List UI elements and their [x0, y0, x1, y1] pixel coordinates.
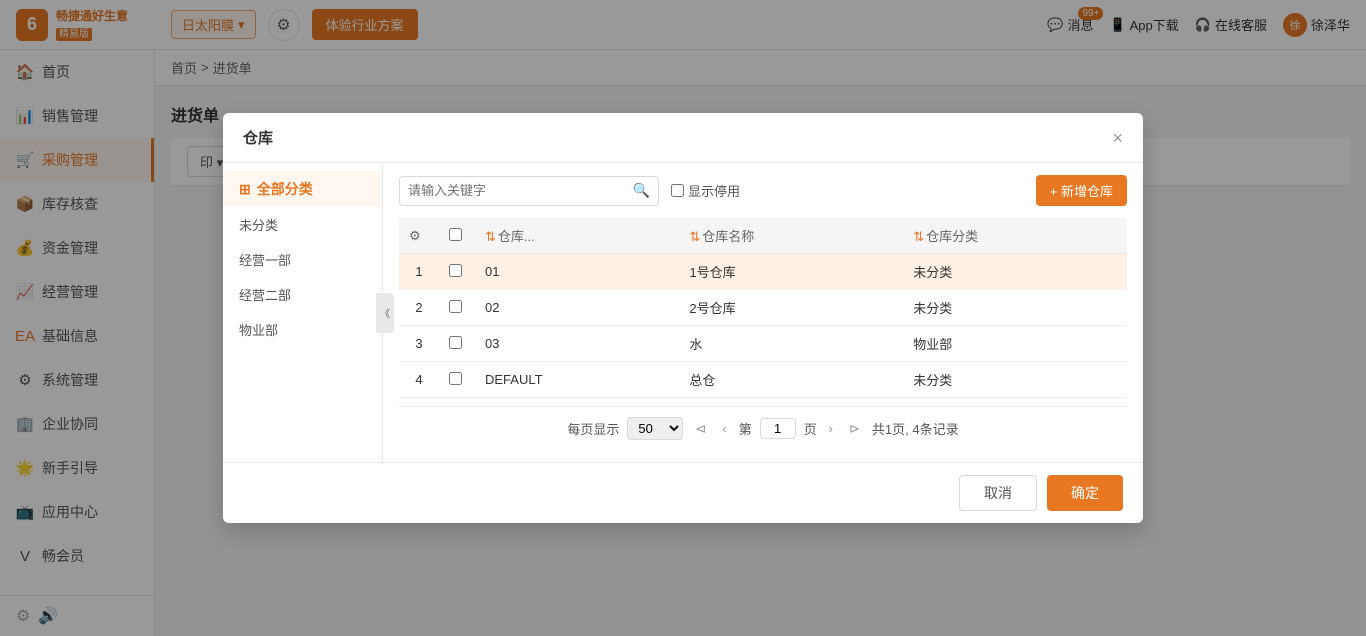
collapse-sidebar-button[interactable]: 《 [376, 293, 394, 333]
table-row[interactable]: 3 03 水 物业部 [399, 326, 1127, 362]
row-name-4: 总仓 [679, 362, 903, 398]
col-settings: ⚙ [399, 218, 439, 254]
row-id-2: 02 [475, 290, 679, 326]
row-category-4: 未分类 [903, 362, 1127, 398]
row-category-1: 未分类 [903, 254, 1127, 290]
table-row[interactable]: 1 01 1号仓库 未分类 [399, 254, 1127, 290]
col-checkbox [439, 218, 475, 254]
modal-category-sidebar: ⊞ 全部分类 未分类 经营一部 经营二部 物业部 《 [223, 163, 383, 462]
col-warehouse-category: ⇅仓库分类 [903, 218, 1127, 254]
category-item-property[interactable]: 物业部 [223, 312, 382, 347]
all-categories-item[interactable]: ⊞ 全部分类 [223, 171, 382, 207]
page-prev-button[interactable]: ‹ [718, 419, 730, 438]
table-row[interactable]: 4 DEFAULT 总仓 未分类 [399, 362, 1127, 398]
modal-footer: 取消 确定 [223, 462, 1143, 523]
warehouse-modal: 仓库 × ⊞ 全部分类 未分类 经营一部 经营二部 物业部 《 [223, 113, 1143, 523]
warehouse-search-input[interactable] [400, 183, 625, 198]
row-checkbox-1[interactable] [449, 264, 462, 277]
category-item-unclassified[interactable]: 未分类 [223, 207, 382, 242]
page-size-select[interactable]: 50 10 20 100 [627, 417, 683, 440]
row-checkbox-2[interactable] [449, 300, 462, 313]
sort-icon-id: ⇅ [485, 229, 496, 244]
sort-icon-name: ⇅ [689, 229, 700, 244]
warehouse-table: ⚙ ⇅仓库... ⇅仓库名称 [399, 218, 1127, 398]
grid-icon: ⊞ [239, 181, 251, 198]
warehouse-table-container: ⚙ ⇅仓库... ⇅仓库名称 [399, 218, 1127, 398]
search-icon[interactable]: 🔍 [625, 182, 658, 199]
page-next-button[interactable]: › [825, 419, 837, 438]
sort-icon-category: ⇅ [913, 229, 924, 244]
row-actions-2: 2 [399, 290, 439, 326]
row-name-2: 2号仓库 [679, 290, 903, 326]
modal-header: 仓库 × [223, 113, 1143, 163]
row-id-3: 03 [475, 326, 679, 362]
table-row[interactable]: 2 02 2号仓库 未分类 [399, 290, 1127, 326]
warehouse-search-box: 🔍 [399, 176, 659, 206]
row-actions-4: 4 [399, 362, 439, 398]
category-item-dept1[interactable]: 经营一部 [223, 242, 382, 277]
page-number-input[interactable] [760, 418, 796, 439]
modal-main-area: 🔍 显示停用 + 新增仓库 ⚙ [383, 163, 1143, 462]
cancel-button[interactable]: 取消 [959, 475, 1037, 511]
row-checkbox-4[interactable] [449, 372, 462, 385]
page-last-button[interactable]: ⊳ [845, 419, 864, 439]
modal-body: ⊞ 全部分类 未分类 经营一部 经营二部 物业部 《 🔍 [223, 163, 1143, 462]
modal-close-button[interactable]: × [1112, 129, 1123, 147]
select-all-checkbox[interactable] [449, 228, 462, 241]
category-item-dept2[interactable]: 经营二部 [223, 277, 382, 312]
modal-toolbar: 🔍 显示停用 + 新增仓库 [399, 175, 1127, 206]
row-id-4: DEFAULT [475, 362, 679, 398]
page-num-label: 第 [739, 419, 752, 438]
modal-title: 仓库 [243, 127, 273, 148]
confirm-button[interactable]: 确定 [1047, 475, 1123, 511]
col-warehouse-name: ⇅仓库名称 [679, 218, 903, 254]
row-category-2: 未分类 [903, 290, 1127, 326]
row-name-3: 水 [679, 326, 903, 362]
page-size-label: 每页显示 [567, 419, 619, 438]
show-disabled-checkbox[interactable] [671, 184, 684, 197]
row-checkbox-3[interactable] [449, 336, 462, 349]
modal-overlay: 仓库 × ⊞ 全部分类 未分类 经营一部 经营二部 物业部 《 [0, 0, 1366, 636]
add-warehouse-button[interactable]: + 新增仓库 [1036, 175, 1127, 206]
pagination-row: 每页显示 50 10 20 100 ⊲ ‹ 第 页 › ⊳ 共1页, 4条记录 [399, 406, 1127, 450]
row-id-1: 01 [475, 254, 679, 290]
page-label: 页 [804, 419, 817, 438]
row-actions-1: 1 [399, 254, 439, 290]
row-check-2 [439, 290, 475, 326]
row-check-4 [439, 362, 475, 398]
row-category-3: 物业部 [903, 326, 1127, 362]
row-actions-3: 3 [399, 326, 439, 362]
show-disabled-label[interactable]: 显示停用 [671, 181, 740, 200]
col-warehouse-id: ⇅仓库... [475, 218, 679, 254]
row-name-1: 1号仓库 [679, 254, 903, 290]
row-check-1 [439, 254, 475, 290]
page-first-button[interactable]: ⊲ [691, 419, 710, 439]
total-info: 共1页, 4条记录 [872, 419, 959, 438]
row-check-3 [439, 326, 475, 362]
